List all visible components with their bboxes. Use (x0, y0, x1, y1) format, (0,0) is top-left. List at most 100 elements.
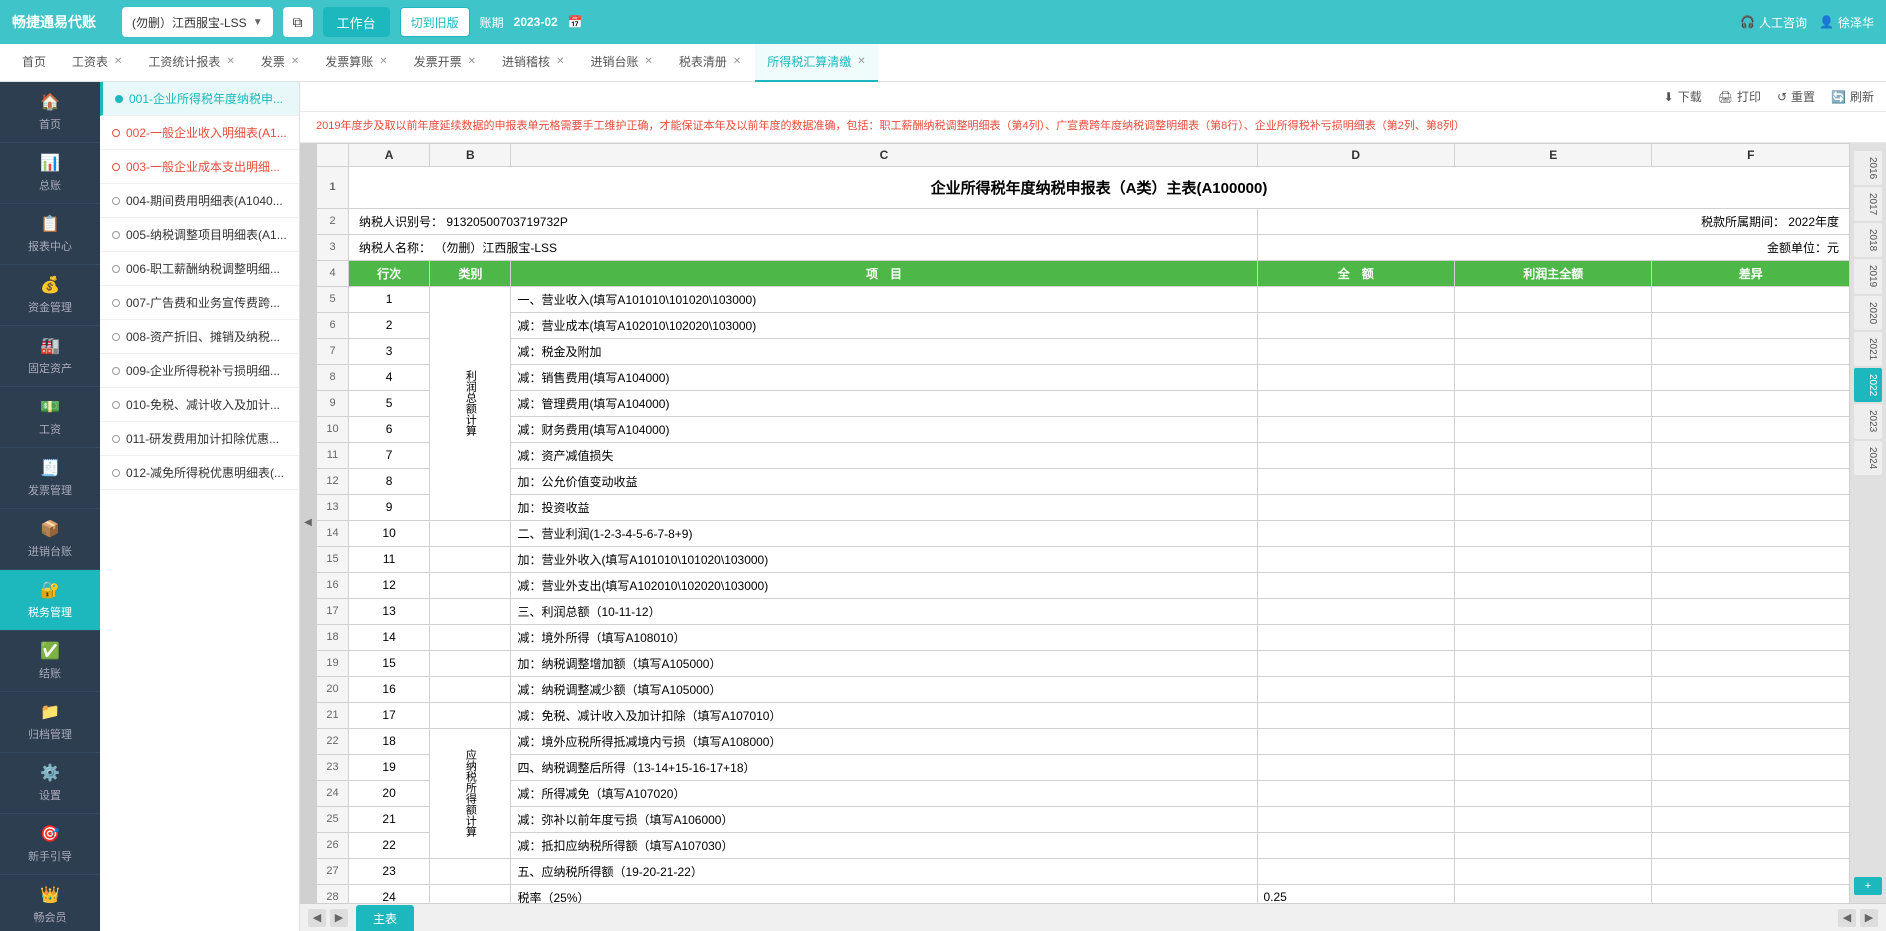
year-2024[interactable]: 2024 (1854, 441, 1882, 475)
tab-payroll-stat-close[interactable]: ✕ (226, 56, 234, 67)
tab-invoice-calc-close[interactable]: ✕ (379, 56, 387, 67)
tab-ledger[interactable]: 进销台账 ✕ (578, 44, 664, 82)
left-panel-item-001[interactable]: 001-企业所得税年度纳税申... (100, 82, 299, 116)
year-2019[interactable]: 2019 (1854, 259, 1882, 293)
tab-home[interactable]: 首页 (10, 44, 58, 82)
collapse-btn[interactable]: ◀ (300, 143, 316, 903)
item-label-003: 003-一般企业成本支出明细... (126, 158, 280, 175)
tab-invoice[interactable]: 发票 ✕ (249, 44, 311, 82)
reset-btn[interactable]: ↺ 重置 (1777, 88, 1815, 105)
sidebar-item-guide[interactable]: 🎯 新手引导 (0, 814, 100, 875)
taxpayer-id-label: 纳税人识别号： (359, 215, 443, 229)
year-2022[interactable]: 2022 (1854, 368, 1882, 402)
left-panel-item-012[interactable]: 012-减免所得税优惠明细表(... (100, 456, 299, 490)
tab-income-tax-close[interactable]: ✕ (857, 56, 865, 67)
sheet-tab-main[interactable]: 主表 (356, 905, 414, 931)
spreadsheet-container: ◀ A B C D E F (300, 143, 1886, 903)
sidebar-item-tax-mgmt[interactable]: 🔐 税务管理 (0, 570, 100, 631)
user-btn[interactable]: 👤 徐泽华 (1819, 14, 1874, 31)
tab-tax-book[interactable]: 税表清册 ✕ (667, 44, 753, 82)
left-panel-item-003[interactable]: 003-一般企业成本支出明细... (100, 150, 299, 184)
sidebar-item-reports[interactable]: 📋 报表中心 (0, 204, 100, 265)
sidebar-item-ledger-main[interactable]: 📊 总账 (0, 143, 100, 204)
year-2018[interactable]: 2018 (1854, 223, 1882, 257)
left-panel-item-009[interactable]: 009-企业所得税补亏损明细... (100, 354, 299, 388)
error-dot-003 (112, 163, 120, 171)
copy-icon-btn[interactable]: ⧉ (283, 7, 313, 37)
sidebar-item-settings[interactable]: ⚙️ 设置 (0, 753, 100, 814)
download-label: 下载 (1678, 88, 1702, 105)
tab-payroll-stat[interactable]: 工资统计报表 ✕ (136, 44, 246, 82)
left-panel-item-002[interactable]: 002-一般企业收入明细表(A1... (100, 116, 299, 150)
sidebar-item-close-accounts[interactable]: ✅ 结账 (0, 631, 100, 692)
bottom-right-nav: ◀ ▶ (1838, 909, 1878, 927)
left-panel-item-008[interactable]: 008-资产折旧、摊销及纳税... (100, 320, 299, 354)
switch-btn[interactable]: 切到旧版 (400, 7, 470, 37)
left-panel-item-011[interactable]: 011-研发费用加计扣除优惠... (100, 422, 299, 456)
sidebar-item-assets[interactable]: 🏭 固定资产 (0, 326, 100, 387)
tab-income-tax[interactable]: 所得税汇算清缴 ✕ (755, 44, 877, 82)
period-cell: 税款所属期间： 2022年度 (1257, 208, 1850, 234)
table-row: 23 19 四、纳税调整后所得（13-14+15-16-17+18） (317, 754, 1850, 780)
period-label: 税款所属期间： (1701, 215, 1785, 229)
scroll-right-btn[interactable]: ▶ (1860, 909, 1878, 927)
sidebar-item-home[interactable]: 🏠 首页 (0, 82, 100, 143)
archive-icon: 📁 (40, 702, 60, 722)
sidebar-item-invoice-mgmt[interactable]: 🧾 发票管理 (0, 448, 100, 509)
left-panel-item-006[interactable]: 006-职工薪酬纳税调整明细... (100, 252, 299, 286)
company-label: 纳税人名称： (359, 241, 431, 255)
tab-tax-book-close[interactable]: ✕ (733, 56, 741, 67)
year-2020[interactable]: 2020 (1854, 296, 1882, 330)
funds-icon: 💰 (40, 275, 60, 295)
dot-006 (112, 265, 120, 273)
download-btn[interactable]: ⬇ 下载 (1664, 88, 1702, 105)
sidebar-item-funds[interactable]: 💰 资金管理 (0, 265, 100, 326)
sidebar-item-sales-ledger[interactable]: 📦 进销台账 (0, 509, 100, 570)
top-right: 🎧 人工咨询 👤 徐泽华 (1740, 14, 1874, 31)
item-label-002: 002-一般企业收入明细表(A1... (126, 124, 287, 141)
sidebar-label-close: 结账 (39, 665, 61, 681)
item-label-005: 005-纳税调整项目明细表(A1... (126, 226, 287, 243)
item-label-004: 004-期间费用明细表(A1040... (126, 192, 283, 209)
reset-label: 重置 (1791, 88, 1815, 105)
add-year-btn[interactable]: + (1854, 877, 1882, 895)
item-label-007: 007-广告费和业务宣传费跨... (126, 294, 280, 311)
customer-service-btn[interactable]: 🎧 人工咨询 (1740, 14, 1807, 31)
company-selector[interactable]: (勿删）江西服宝-LSS ▼ (122, 7, 273, 37)
page-body: 001-企业所得税年度纳税申... 002-一般企业收入明细表(A1... 00… (100, 82, 1886, 931)
sidebar-item-archive[interactable]: 📁 归档管理 (0, 692, 100, 753)
tab-audit[interactable]: 进销稽核 ✕ (490, 44, 576, 82)
tab-payroll[interactable]: 工资表 ✕ (60, 44, 134, 82)
tab-invoice-open[interactable]: 发票开票 ✕ (402, 44, 488, 82)
calendar-icon[interactable]: 📅 (568, 15, 583, 29)
print-btn[interactable]: 🖨 打印 (1718, 88, 1761, 105)
left-panel-item-005[interactable]: 005-纳税调整项目明细表(A1... (100, 218, 299, 252)
nav-left-btn[interactable]: ◀ (308, 909, 326, 927)
left-panel-item-007[interactable]: 007-广告费和业务宣传费跨... (100, 286, 299, 320)
year-2017[interactable]: 2017 (1854, 187, 1882, 221)
tab-invoice-calc[interactable]: 发票算账 ✕ (313, 44, 399, 82)
tab-audit-close[interactable]: ✕ (556, 56, 564, 67)
sidebar-item-payroll[interactable]: 💵 工资 (0, 387, 100, 448)
year-2016[interactable]: 2016 (1854, 151, 1882, 185)
table-row: 17 13 三、利润总额（10-11-12） (317, 598, 1850, 624)
year-2021[interactable]: 2021 (1854, 332, 1882, 366)
left-panel-item-010[interactable]: 010-免税、减计收入及加计... (100, 388, 299, 422)
left-panel-item-004[interactable]: 004-期间费用明细表(A1040... (100, 184, 299, 218)
table-row: 5 1 利润总额计算 一、营业收入(填写A101010\101020\10300… (317, 286, 1850, 312)
sidebar-item-member[interactable]: 👑 畅会员 (0, 875, 100, 931)
print-label: 打印 (1737, 88, 1761, 105)
nav-right-btn[interactable]: ▶ (330, 909, 348, 927)
work-btn[interactable]: 工作台 (323, 7, 390, 37)
tab-payroll-close[interactable]: ✕ (114, 56, 122, 67)
item-label-001: 001-企业所得税年度纳税申... (129, 90, 283, 107)
row-num-4: 4 (317, 260, 349, 286)
tab-invoice-close[interactable]: ✕ (291, 56, 299, 67)
year-2023[interactable]: 2023 (1854, 404, 1882, 438)
refresh-btn[interactable]: 🔄 刷新 (1831, 88, 1874, 105)
scroll-left-btn[interactable]: ◀ (1838, 909, 1856, 927)
tab-ledger-close[interactable]: ✕ (644, 56, 652, 67)
tab-invoice-open-close[interactable]: ✕ (468, 56, 476, 67)
currency-label: 金额单位：元 (1767, 241, 1839, 255)
spreadsheet-main[interactable]: A B C D E F 1 (316, 143, 1850, 903)
